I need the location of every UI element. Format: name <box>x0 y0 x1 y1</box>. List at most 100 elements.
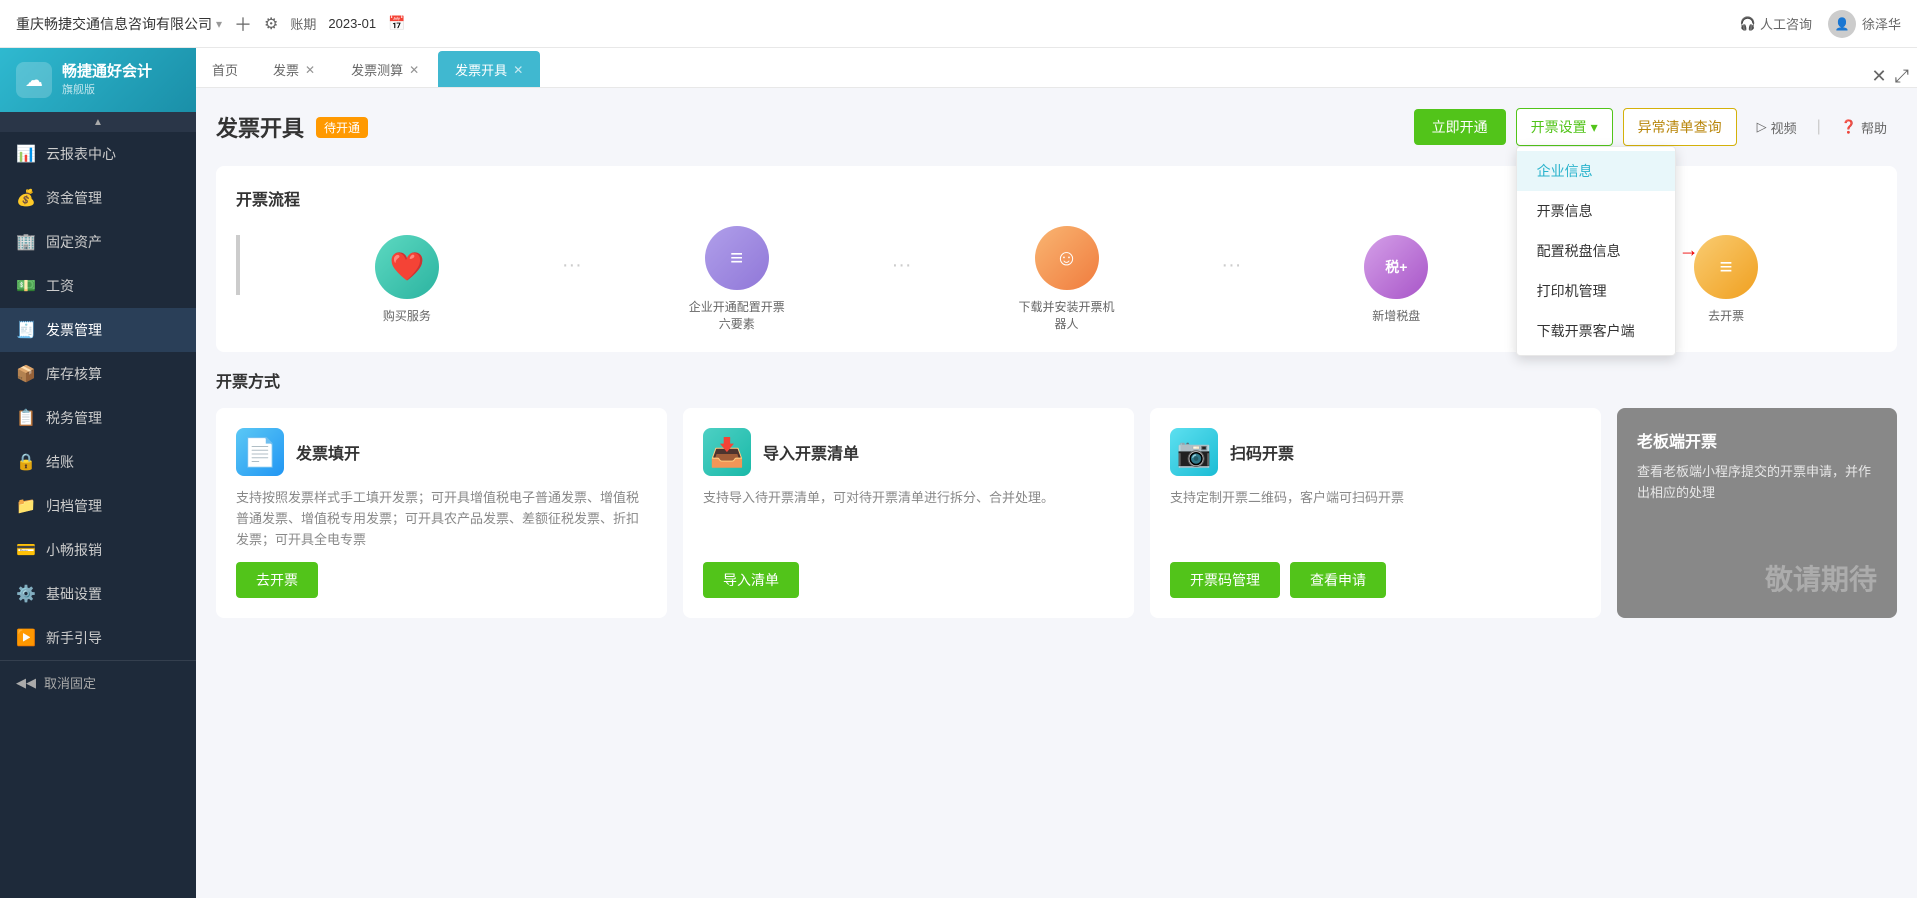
page-content: 发票开具 待开通 立即开通 开票设置 ▾ 企业信息 → <box>196 88 1917 898</box>
page-header-right: 立即开通 开票设置 ▾ 企业信息 → <box>1414 108 1897 146</box>
import-list-button[interactable]: 导入清单 <box>703 562 799 598</box>
cloud-report-icon: 📊 <box>16 144 36 164</box>
sidebar-item-label: 资金管理 <box>46 188 102 208</box>
cancel-fixed-button[interactable]: ◀◀ 取消固定 <box>0 660 196 704</box>
flow-step-add-taxdisk[interactable]: 税+ 新增税盘 <box>1245 235 1547 324</box>
dropdown-item-printer[interactable]: 打印机管理 <box>1517 271 1675 311</box>
settings-dropdown-container: 开票设置 ▾ 企业信息 → 开票信息 <box>1516 108 1613 146</box>
tab-label: 首页 <box>212 60 238 79</box>
sidebar: ☁ 畅捷通好会计 旗舰版 ▲ 📊 云报表中心 💰 资金管理 🏢 固定资产 💵 工… <box>0 48 196 898</box>
username: 徐泽华 <box>1862 14 1901 33</box>
go-invoice-button[interactable]: 去开票 <box>236 562 318 598</box>
avatar: 👤 <box>1828 10 1856 38</box>
settings-icon[interactable]: ⚙ <box>264 14 278 34</box>
consult-button[interactable]: 🎧 人工咨询 <box>1740 14 1812 33</box>
sidebar-item-invoice[interactable]: 🧾 发票管理 <box>0 308 196 352</box>
invoice-code-manage-button[interactable]: 开票码管理 <box>1170 562 1280 598</box>
sidebar-scroll-up[interactable]: ▲ <box>0 112 196 132</box>
logo-area: ☁ 畅捷通好会计 旗舰版 <box>0 48 196 112</box>
tab-label: 发票 <box>273 60 299 79</box>
period-value: 2023-01 <box>328 16 376 31</box>
logo-sub: 旗舰版 <box>62 81 152 97</box>
period-label: 账期 <box>290 14 316 33</box>
sidebar-item-label: 税务管理 <box>46 408 102 428</box>
activate-button[interactable]: 立即开通 <box>1414 109 1506 145</box>
settings-dropdown-menu: 企业信息 → 开票信息 配置税盘信息 打印机管理 <box>1516 146 1676 356</box>
sidebar-item-fixed-assets[interactable]: 🏢 固定资产 <box>0 220 196 264</box>
flow-step-buy-service[interactable]: ❤️ 购买服务 <box>256 235 558 324</box>
add-tab-button[interactable]: ＋ <box>234 11 252 37</box>
add-taxdisk-icon: 税+ <box>1364 235 1428 299</box>
sidebar-item-new-guide[interactable]: ▶️ 新手引导 <box>0 616 196 660</box>
tab-close-icon[interactable]: ✕ <box>305 63 315 77</box>
method-card-overlay: 老板端开票 查看老板端小程序提交的开票申请，并作出相应的处理 敬请期待 <box>1617 408 1897 618</box>
flow-left-bar <box>236 235 240 295</box>
abnormal-list-button[interactable]: 异常清单查询 <box>1623 108 1737 146</box>
company-name[interactable]: 重庆畅捷交通信息咨询有限公司 ▾ <box>16 14 222 34</box>
sidebar-item-archive[interactable]: 📁 归档管理 <box>0 484 196 528</box>
dropdown-item-download-client[interactable]: 下载开票客户端 <box>1517 311 1675 351</box>
fill-invoice-icon: 📄 <box>236 428 284 476</box>
scan-invoice-buttons: 开票码管理 查看申请 <box>1170 562 1581 598</box>
chevron-down-icon[interactable]: ▾ <box>216 17 222 31</box>
method-section-title: 开票方式 <box>216 368 1897 392</box>
help-button[interactable]: ❓ 帮助 <box>1831 110 1897 145</box>
tab-close-icon[interactable]: ✕ <box>409 63 419 77</box>
dropdown-item-company-info[interactable]: 企业信息 → <box>1517 151 1675 191</box>
archive-icon: 📁 <box>16 496 36 516</box>
sidebar-item-label: 结账 <box>46 452 74 472</box>
settings-btn-label: 开票设置 <box>1531 117 1587 137</box>
sidebar-item-label: 工资 <box>46 276 74 296</box>
flow-step-config-enterprise[interactable]: ≡ 企业开通配置开票六要素 <box>586 226 888 332</box>
sidebar-item-basic-settings[interactable]: ⚙️ 基础设置 <box>0 572 196 616</box>
sidebar-item-label: 归档管理 <box>46 496 102 516</box>
tab-invoice-open[interactable]: 发票开具 ✕ <box>438 51 540 87</box>
dropdown-item-invoice-info[interactable]: 开票信息 <box>1517 191 1675 231</box>
tab-invoice[interactable]: 发票 ✕ <box>256 51 332 87</box>
sidebar-item-salary[interactable]: 💵 工资 <box>0 264 196 308</box>
calendar-icon[interactable]: 📅 <box>388 15 405 32</box>
tab-bar-right: ✕ ⤢ <box>1872 66 1917 87</box>
logo-icon: ☁ <box>16 62 52 98</box>
scan-invoice-title: 扫码开票 <box>1230 440 1294 464</box>
tab-home[interactable]: 首页 <box>196 51 254 87</box>
overlay-desc: 查看老板端小程序提交的开票申请，并作出相应的处理 <box>1637 462 1877 504</box>
close-tab-button[interactable]: ✕ <box>1872 66 1887 87</box>
sidebar-item-settlement[interactable]: 🔒 结账 <box>0 440 196 484</box>
view-application-button[interactable]: 查看申请 <box>1290 562 1386 598</box>
scan-invoice-header: 📷 扫码开票 <box>1170 428 1581 476</box>
settings-button[interactable]: 开票设置 ▾ <box>1516 108 1613 146</box>
page-header: 发票开具 待开通 立即开通 开票设置 ▾ 企业信息 → <box>216 108 1897 146</box>
salary-icon: 💵 <box>16 276 36 296</box>
import-list-header: 📥 导入开票清单 <box>703 428 1114 476</box>
tab-close-icon[interactable]: ✕ <box>513 63 523 77</box>
tab-invoice-calc[interactable]: 发票测算 ✕ <box>334 51 436 87</box>
dropdown-item-tax-config[interactable]: 配置税盘信息 <box>1517 231 1675 271</box>
top-bar: 重庆畅捷交通信息咨询有限公司 ▾ ＋ ⚙ 账期 2023-01 📅 🎧 人工咨询… <box>0 0 1917 48</box>
sidebar-item-label: 发票管理 <box>46 320 102 340</box>
method-section: 开票方式 📄 发票填开 支持按照发票样式手工填开发票；可开具增值税电子普通发票、… <box>216 368 1897 618</box>
sidebar-item-xiaochang[interactable]: 💳 小畅报销 <box>0 528 196 572</box>
logo-text-area: 畅捷通好会计 旗舰版 <box>62 63 152 97</box>
import-list-title: 导入开票清单 <box>763 440 859 464</box>
user-info[interactable]: 👤 徐泽华 <box>1828 10 1901 38</box>
sidebar-item-cloud-report[interactable]: 📊 云报表中心 <box>0 132 196 176</box>
play-icon: ▷ <box>1757 119 1767 135</box>
fixed-assets-icon: 🏢 <box>16 232 36 252</box>
xiaochang-icon: 💳 <box>16 540 36 560</box>
chevron-down-icon: ▾ <box>1591 119 1598 136</box>
flow-step-download-robot[interactable]: ☺ 下载并安装开票机器人 <box>916 226 1218 332</box>
maximize-button[interactable]: ⤢ <box>1895 66 1909 87</box>
sidebar-item-tax[interactable]: 📋 税务管理 <box>0 396 196 440</box>
scan-invoice-desc: 支持定制开票二维码，客户端可扫码开票 <box>1170 488 1581 550</box>
sidebar-item-fund[interactable]: 💰 资金管理 <box>0 176 196 220</box>
import-list-icon: 📥 <box>703 428 751 476</box>
sidebar-item-label: 库存核算 <box>46 364 102 384</box>
headphone-icon: 🎧 <box>1740 16 1756 32</box>
video-button[interactable]: ▷ 视频 <box>1747 110 1807 145</box>
red-arrow-icon: → <box>1679 240 1699 263</box>
method-card-import-list: 📥 导入开票清单 支持导入待开票清单，可对待开票清单进行拆分、合并处理。 导入清… <box>683 408 1134 618</box>
buy-service-icon: ❤️ <box>375 235 439 299</box>
status-badge: 待开通 <box>316 117 368 138</box>
sidebar-item-inventory[interactable]: 📦 库存核算 <box>0 352 196 396</box>
